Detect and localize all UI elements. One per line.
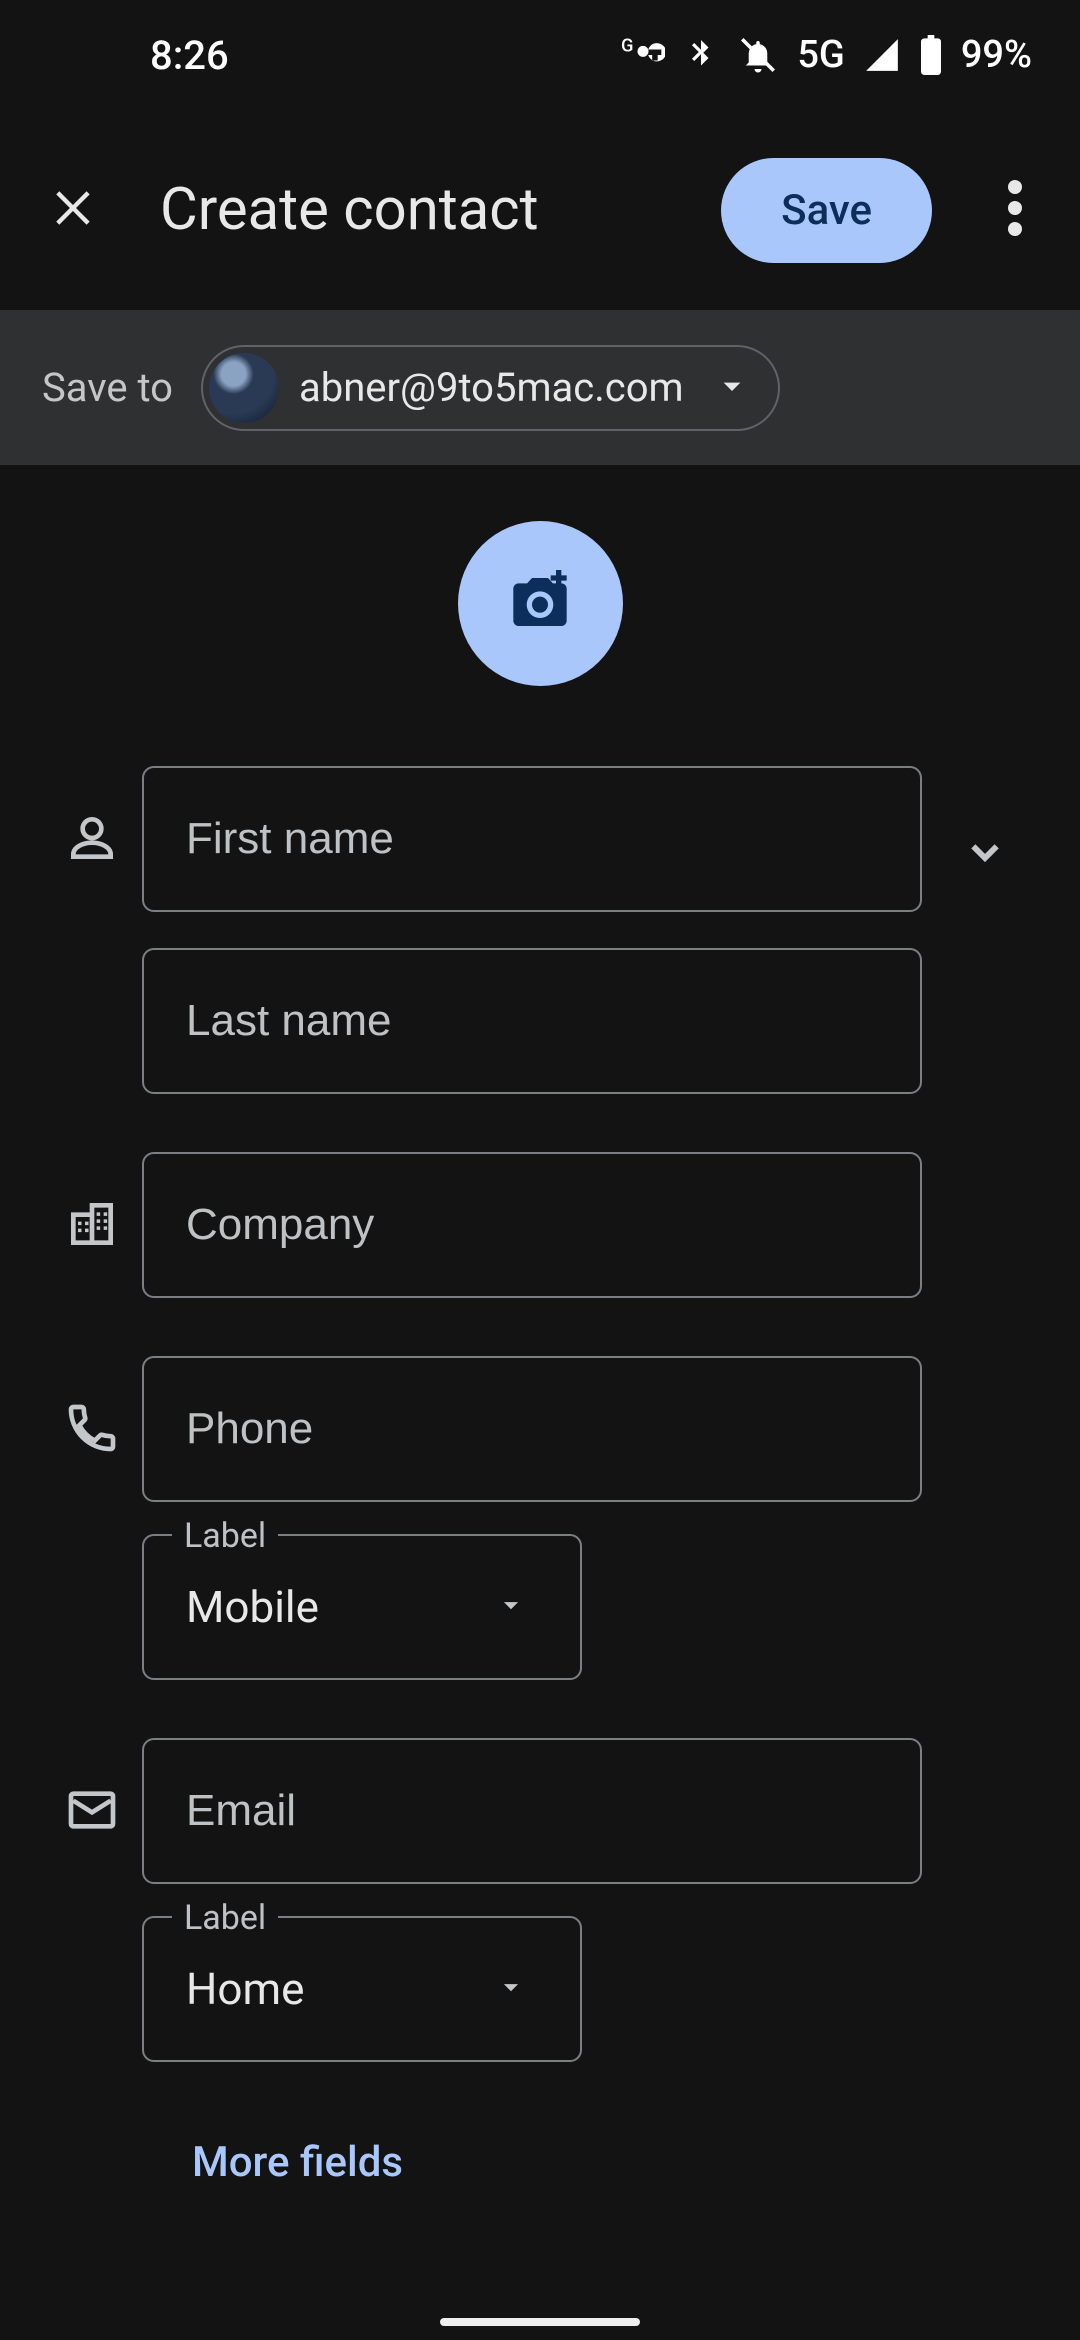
save-to-bar: Save to abner@9to5mac.com [0,310,1080,465]
contact-form: Label Mobile Label [0,766,1080,2187]
battery-icon [919,35,943,75]
save-button[interactable]: Save [721,158,932,263]
email-label-value: Home [186,1963,304,2015]
signal-icon [863,36,901,74]
page-title: Create contact [160,176,691,244]
status-right: G 5G 99% [621,33,1032,77]
account-avatar [209,353,279,423]
more-fields-button[interactable]: More fields [42,2098,1038,2187]
last-name-field[interactable] [142,948,922,1094]
overflow-menu-button[interactable] [980,165,1050,255]
person-icon [42,766,142,866]
close-button[interactable] [36,170,116,250]
battery-percent: 99% [961,33,1032,77]
vpn-key-icon: G [621,33,665,77]
bluetooth-icon [683,35,719,75]
dropdown-arrow-icon [494,1963,528,2015]
svg-text:G: G [621,35,633,56]
add-photo-button[interactable] [458,521,623,686]
phone-label-caption: Label [172,1516,278,1556]
email-field[interactable] [142,1738,922,1884]
phone-field[interactable] [142,1356,922,1502]
photo-row [0,465,1080,766]
nav-handle[interactable] [440,2318,640,2326]
company-icon [42,1152,142,1252]
save-to-label: Save to [42,364,173,411]
phone-icon [42,1356,142,1456]
email-icon [42,1738,142,1838]
dropdown-arrow-icon [494,1581,528,1633]
account-email: abner@9to5mac.com [299,364,684,411]
camera-plus-icon [508,570,572,638]
dnd-off-icon [737,34,779,76]
more-vert-icon [1008,180,1022,240]
email-label-caption: Label [172,1898,278,1938]
expand-name-button[interactable] [940,808,1030,898]
first-name-field[interactable] [142,766,922,912]
account-selector[interactable]: abner@9to5mac.com [201,345,780,431]
chevron-down-icon [712,366,752,410]
app-bar: Create contact Save [0,110,1080,310]
close-icon [50,182,102,238]
status-time: 8:26 [150,32,229,79]
phone-label-value: Mobile [186,1581,319,1633]
company-field[interactable] [142,1152,922,1298]
status-bar: 8:26 G 5G 99% [0,0,1080,110]
network-type: 5G [797,33,844,77]
chevron-down-icon [957,823,1013,883]
